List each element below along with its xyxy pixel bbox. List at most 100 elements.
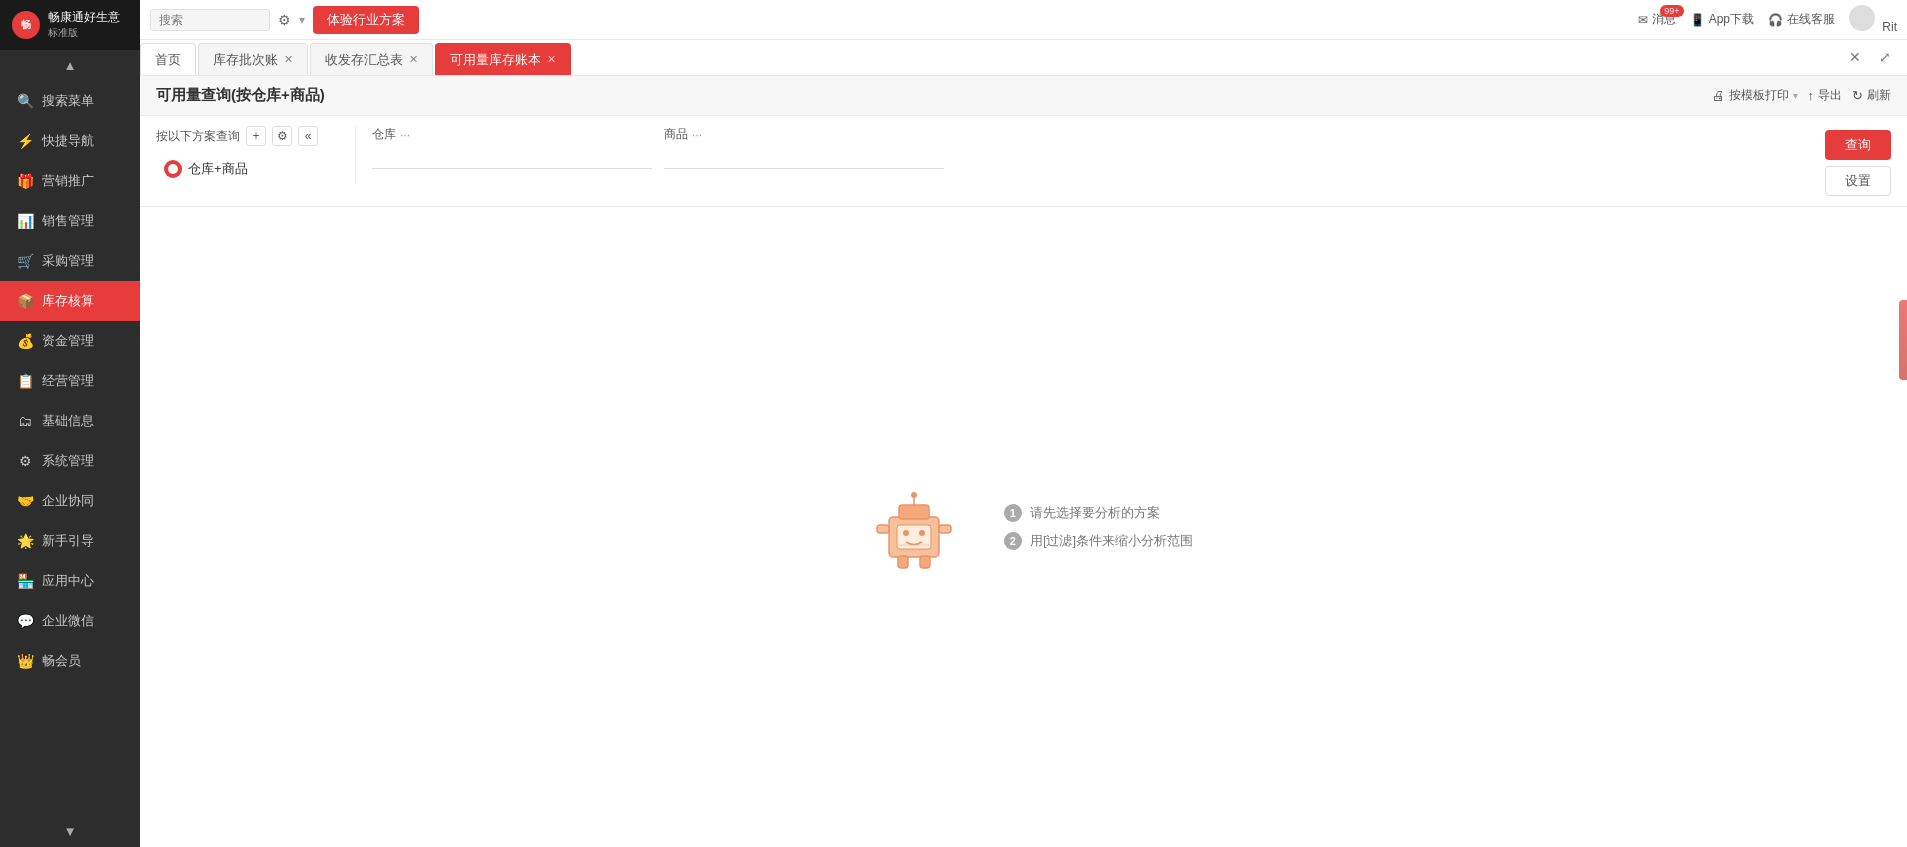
money-icon: 💰 — [16, 333, 34, 349]
svg-rect-8 — [939, 525, 951, 533]
shortcut-icon: ⚡ — [16, 133, 34, 149]
goods-filter: 商品 ··· — [664, 126, 944, 169]
page-header: 可用量查询(按仓库+商品) 🖨 按模板打印 ▾ ↑ 导出 ↻ 刷新 — [140, 76, 1907, 116]
page-content: 可用量查询(按仓库+商品) 🖨 按模板打印 ▾ ↑ 导出 ↻ 刷新 — [140, 76, 1907, 847]
scroll-down-btn[interactable]: ▼ — [59, 820, 80, 843]
phone-icon: 📱 — [1690, 13, 1705, 27]
user-profile-btn[interactable]: Rit — [1849, 5, 1897, 34]
svg-point-2 — [903, 530, 909, 536]
sidebar-scroll-up[interactable]: ▲ — [0, 50, 140, 81]
scroll-up-btn[interactable]: ▲ — [59, 54, 80, 77]
hint-item-2: 2 用[过滤]条件来缩小分析范围 — [1004, 532, 1193, 550]
hint1-text: 请先选择要分析的方案 — [1030, 504, 1160, 522]
topbar: ⚙ ▾ 体验行业方案 ✉ 消息 99+ 📱 App下载 🎧 在线客服 Rit — [140, 0, 1907, 40]
industry-btn[interactable]: 体验行业方案 — [313, 6, 419, 34]
page-header-actions: 🖨 按模板打印 ▾ ↑ 导出 ↻ 刷新 — [1712, 87, 1892, 104]
tab-available[interactable]: 可用量库存账本 ✕ — [435, 43, 571, 75]
warehouse-filter: 仓库 ··· — [372, 126, 652, 169]
query-btn[interactable]: 查询 — [1825, 130, 1891, 160]
sidebar-item-operations[interactable]: 📋 经营管理 — [0, 361, 140, 401]
gift-icon: 🎁 — [16, 173, 34, 189]
page-title: 可用量查询(按仓库+商品) — [156, 86, 325, 105]
scheme-add-btn[interactable]: + — [246, 126, 266, 146]
online-service-btn[interactable]: 🎧 在线客服 — [1768, 11, 1835, 28]
warehouse-input[interactable] — [372, 145, 652, 169]
export-icon: ↑ — [1808, 88, 1815, 103]
refresh-label: 刷新 — [1867, 87, 1891, 104]
gear-icon[interactable]: ⚙ — [278, 12, 291, 28]
search-input[interactable] — [150, 9, 270, 31]
tab-close-btn[interactable]: ✕ — [1843, 45, 1867, 69]
sidebar-item-guide[interactable]: 🌟 新手引导 — [0, 521, 140, 561]
empty-state: 1 请先选择要分析的方案 2 用[过滤]条件来缩小分析范围 — [140, 207, 1907, 847]
settings-btn[interactable]: 设置 — [1825, 166, 1891, 196]
tab-expand-btn[interactable]: ⤢ — [1873, 45, 1897, 69]
topbar-right: ✉ 消息 99+ 📱 App下载 🎧 在线客服 Rit — [1638, 5, 1897, 34]
sidebar-menu: 🔍 搜索菜单 ⚡ 快捷导航 🎁 营销推广 📊 销售管理 🛒 采购管理 📦 库存核… — [0, 81, 140, 816]
goods-input[interactable] — [664, 145, 944, 169]
tab-batch[interactable]: 库存批次账 ✕ — [198, 43, 308, 75]
service-label: 在线客服 — [1787, 11, 1835, 28]
tab-summary-close[interactable]: ✕ — [409, 53, 418, 66]
query-actions: 查询 设置 — [1813, 130, 1891, 196]
sidebar-item-basic[interactable]: 🗂 基础信息 — [0, 401, 140, 441]
refresh-icon: ↻ — [1852, 88, 1863, 103]
sidebar-item-wechat[interactable]: 💬 企业微信 — [0, 601, 140, 641]
tab-home-label: 首页 — [155, 51, 181, 69]
export-label: 导出 — [1818, 87, 1842, 104]
print-dropdown-icon[interactable]: ▾ — [1793, 90, 1798, 101]
print-icon: 🖨 — [1712, 88, 1725, 103]
export-btn[interactable]: ↑ 导出 — [1808, 87, 1843, 104]
refresh-btn[interactable]: ↻ 刷新 — [1852, 87, 1891, 104]
tab-available-label: 可用量库存账本 — [450, 51, 541, 69]
sidebar-item-finance[interactable]: 💰 资金管理 — [0, 321, 140, 361]
goods-more-btn[interactable]: ··· — [692, 128, 702, 142]
sidebar-item-appstore[interactable]: 🏪 应用中心 — [0, 561, 140, 601]
tab-batch-label: 库存批次账 — [213, 51, 278, 69]
sidebar-item-member[interactable]: 👑 畅会员 — [0, 641, 140, 681]
sidebar-item-inventory[interactable]: 📦 库存核算 — [0, 281, 140, 321]
sidebar-scroll-down[interactable]: ▼ — [0, 816, 140, 847]
sidebar-item-enterprise[interactable]: 🤝 企业协同 — [0, 481, 140, 521]
tabs-bar: 首页 库存批次账 ✕ 收发存汇总表 ✕ 可用量库存账本 ✕ ✕ ⤢ — [140, 40, 1907, 76]
right-scrollbar[interactable] — [1899, 300, 1907, 380]
user-name: Rit — [1882, 20, 1897, 34]
member-icon: 👑 — [16, 653, 34, 669]
sidebar-item-system[interactable]: ⚙ 系统管理 — [0, 441, 140, 481]
avatar — [1849, 5, 1875, 31]
scheme-collapse-btn[interactable]: « — [298, 126, 318, 146]
svg-point-3 — [919, 530, 925, 536]
sidebar-item-marketing[interactable]: 🎁 营销推广 — [0, 161, 140, 201]
warehouse-label: 仓库 — [372, 126, 396, 143]
svg-rect-1 — [897, 525, 931, 549]
tab-home[interactable]: 首页 — [140, 43, 196, 75]
tab-available-close[interactable]: ✕ — [547, 53, 556, 66]
sidebar-item-search[interactable]: 🔍 搜索菜单 — [0, 81, 140, 121]
collapse-icon: « — [305, 129, 312, 143]
svg-rect-4 — [899, 505, 929, 519]
goods-label: 商品 — [664, 126, 688, 143]
appstore-icon: 🏪 — [16, 573, 34, 589]
sidebar-item-purchase[interactable]: 🛒 采购管理 — [0, 241, 140, 281]
scheme-settings-btn[interactable]: ⚙ — [272, 126, 292, 146]
hint-item-1: 1 请先选择要分析的方案 — [1004, 504, 1193, 522]
app-download-btn[interactable]: 📱 App下载 — [1690, 11, 1754, 28]
sidebar-item-sales[interactable]: 📊 销售管理 — [0, 201, 140, 241]
topbar-dropdown-icon[interactable]: ▾ — [299, 13, 305, 27]
search-icon: 🔍 — [16, 93, 34, 109]
scheme-item-warehouse[interactable]: 仓库+商品 — [156, 154, 339, 184]
print-btn[interactable]: 🖨 按模板打印 ▾ — [1712, 87, 1798, 104]
print-label: 按模板打印 — [1729, 87, 1789, 104]
empty-illustration — [854, 467, 974, 587]
tab-batch-close[interactable]: ✕ — [284, 53, 293, 66]
warehouse-more-btn[interactable]: ··· — [400, 128, 410, 142]
message-btn[interactable]: ✉ 消息 99+ — [1638, 11, 1676, 28]
headset-icon: 🎧 — [1768, 13, 1783, 27]
settings-icon: ⚙ — [277, 129, 288, 143]
scheme-panel: 按以下方案查询 + ⚙ « 仓库+商品 — [156, 126, 356, 184]
tab-summary[interactable]: 收发存汇总表 ✕ — [310, 43, 433, 75]
sidebar-item-shortcut[interactable]: ⚡ 快捷导航 — [0, 121, 140, 161]
sidebar: 畅 畅康通好生意 标准版 ▲ 🔍 搜索菜单 ⚡ 快捷导航 🎁 营销推广 📊 销售… — [0, 0, 140, 847]
step1-circle: 1 — [1004, 504, 1022, 522]
step2-circle: 2 — [1004, 532, 1022, 550]
